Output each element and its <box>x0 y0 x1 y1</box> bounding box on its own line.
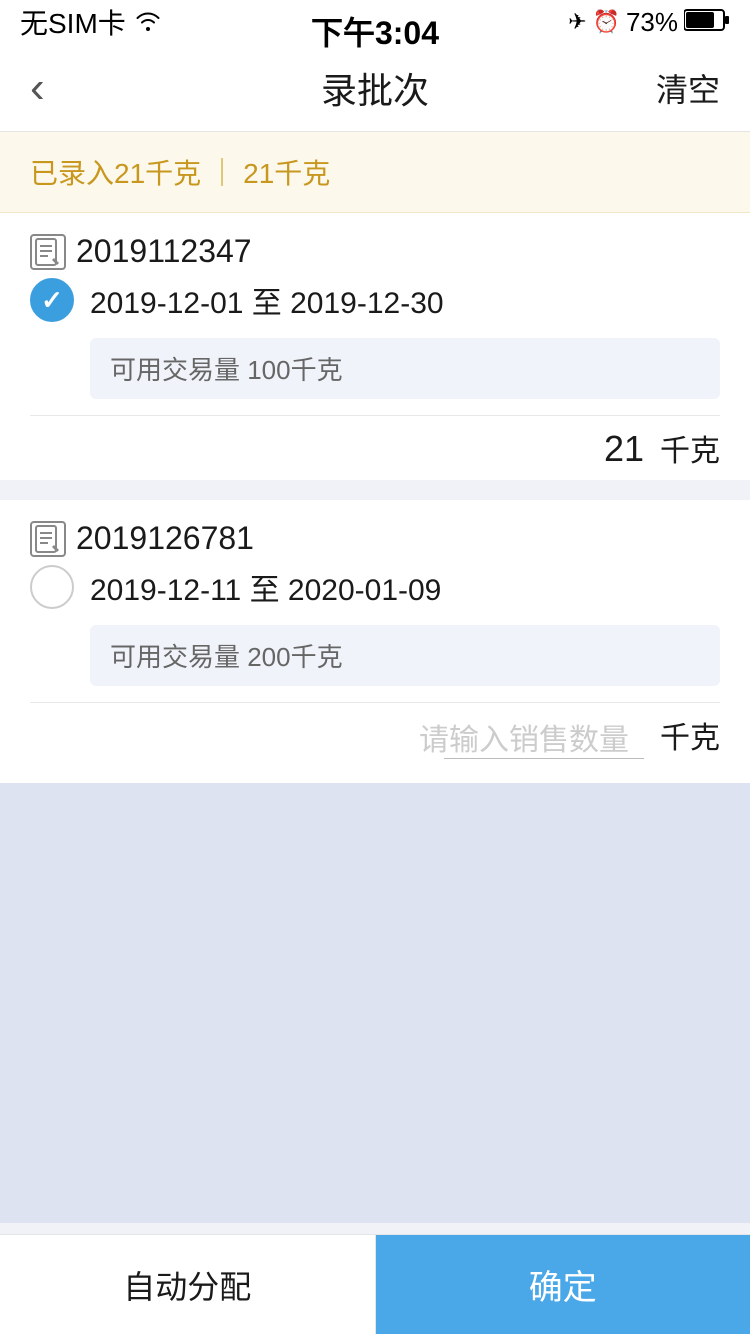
item1-date-range: 2019-12-01 至 2019-12-30 <box>90 278 444 322</box>
item1-qty-unit: 千克 <box>660 426 720 470</box>
footer: 自动分配 确定 <box>0 1234 750 1334</box>
status-left: 无SIM卡 <box>20 2 162 42</box>
location-icon: ✈ <box>568 9 586 35</box>
item1-id-row: 2019112347 <box>30 233 720 270</box>
batch-item-2-header: 2019126781 2019-12-11 至 2020-01-09 可用交易量… <box>0 500 750 686</box>
item1-qty-number: 21 <box>604 428 644 470</box>
item2-radio[interactable] <box>30 565 74 609</box>
status-right: ✈ ⏰ 73% <box>568 7 730 38</box>
auto-assign-button[interactable]: 自动分配 <box>0 1235 376 1334</box>
batch-item-1-header: 2019112347 2019-12-01 至 2019-12-30 可用交易量… <box>0 213 750 399</box>
wifi-icon <box>134 6 162 38</box>
item1-qty-display: 21 千克 <box>30 415 720 470</box>
confirm-button[interactable]: 确定 <box>376 1235 750 1334</box>
alarm-icon: ⏰ <box>593 9 620 35</box>
battery-percent: 73% <box>626 7 678 38</box>
item2-quantity-row: 千克 <box>0 702 750 783</box>
banner-divider <box>221 158 223 186</box>
status-bar: 无SIM卡 下午3:04 ✈ ⏰ 73% <box>0 0 750 44</box>
batch-item-1[interactable]: 2019112347 2019-12-01 至 2019-12-30 可用交易量… <box>0 213 750 480</box>
item2-id-row: 2019126781 <box>30 520 720 557</box>
clear-button[interactable]: 清空 <box>656 65 720 111</box>
item2-date-row: 2019-12-11 至 2020-01-09 <box>30 565 720 609</box>
info-banner: 已录入21千克 21千克 <box>0 132 750 213</box>
recorded-amount: 已录入21千克 <box>30 152 201 192</box>
bottom-background <box>0 783 750 1223</box>
batch-item-2[interactable]: 2019126781 2019-12-11 至 2020-01-09 可用交易量… <box>0 500 750 783</box>
item2-input-wrapper <box>258 724 644 763</box>
battery-icon <box>684 7 730 38</box>
card-separator <box>0 480 750 500</box>
item2-qty-input[interactable] <box>258 724 644 758</box>
item1-radio[interactable] <box>30 278 74 322</box>
status-time: 下午3:04 <box>311 8 439 54</box>
item2-qty-input-area[interactable]: 千克 <box>30 702 720 773</box>
item2-avail: 可用交易量 200千克 <box>90 625 720 686</box>
doc-icon-2 <box>30 521 66 557</box>
item1-id: 2019112347 <box>76 233 252 270</box>
item1-date-row: 2019-12-01 至 2019-12-30 <box>30 278 720 322</box>
item1-quantity-row: 21 千克 <box>0 415 750 480</box>
doc-icon-1 <box>30 234 66 270</box>
back-button[interactable]: ‹ <box>30 63 45 113</box>
page-title: 录批次 <box>321 62 429 114</box>
input-underline <box>444 758 644 759</box>
item2-qty-unit: 千克 <box>660 713 720 757</box>
item1-avail: 可用交易量 100千克 <box>90 338 720 399</box>
item2-id: 2019126781 <box>76 520 254 557</box>
item2-date-range: 2019-12-11 至 2020-01-09 <box>90 565 441 609</box>
sim-text: 无SIM卡 <box>20 2 126 42</box>
total-amount: 21千克 <box>243 152 330 192</box>
nav-bar: ‹ 录批次 清空 <box>0 44 750 132</box>
